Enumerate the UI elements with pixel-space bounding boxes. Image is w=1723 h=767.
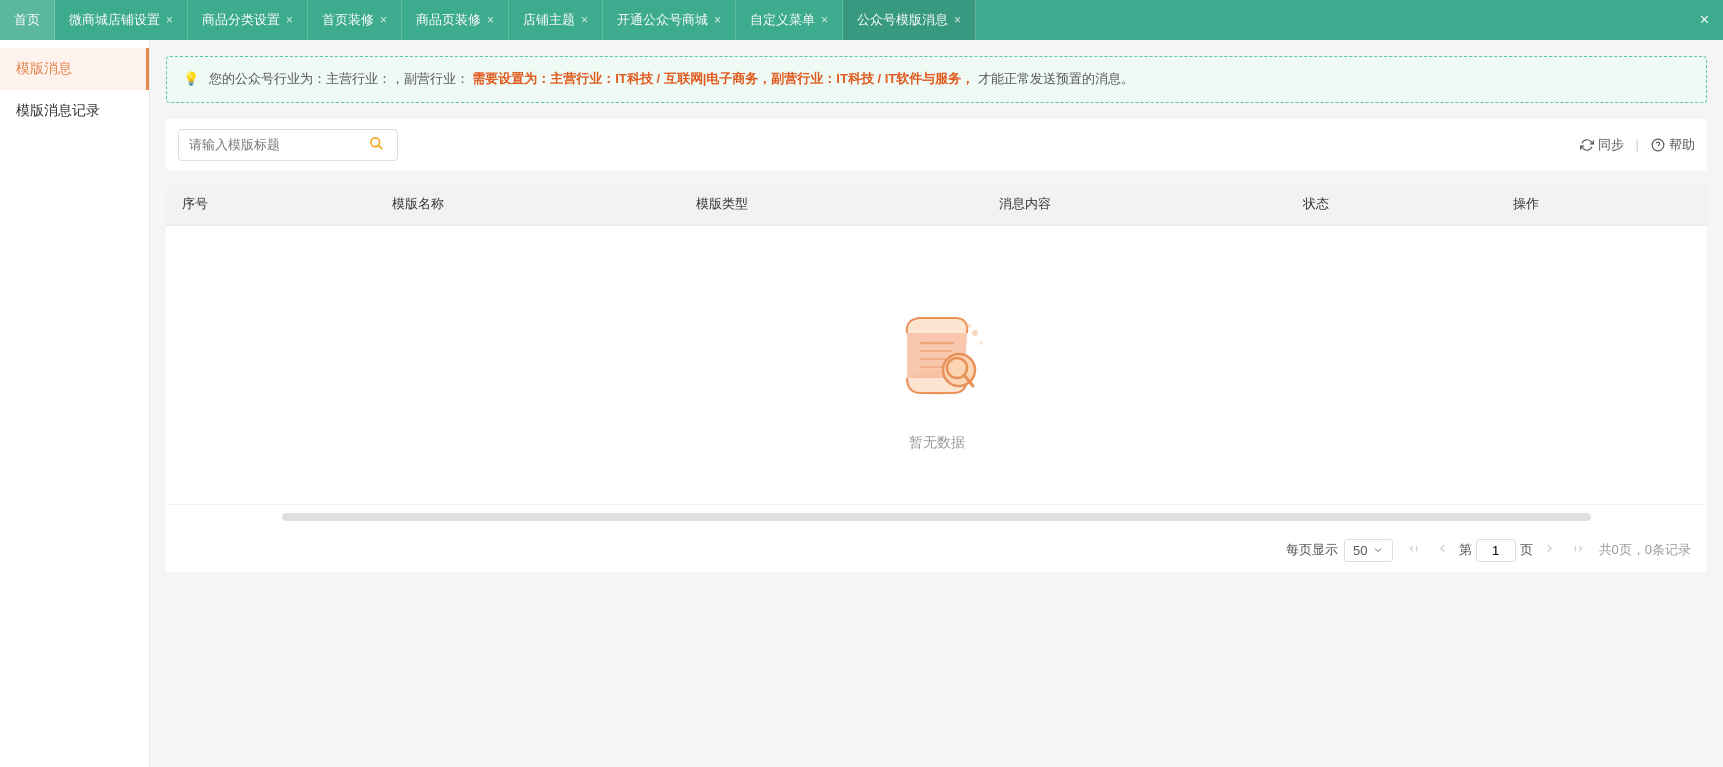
page-navigation: 第 页: [1401, 539, 1591, 562]
nav-tab-product-category[interactable]: 商品分类设置 ×: [188, 0, 308, 40]
toolbar-divider: |: [1636, 137, 1639, 152]
notice-text-suffix: 才能正常发送预置的消息。: [978, 71, 1134, 86]
table-card: 序号 模版名称 模版类型 消息内容 状态 操作: [166, 183, 1707, 572]
svg-point-0: [371, 138, 380, 147]
svg-point-12: [972, 330, 978, 336]
page-di-label: 第: [1459, 541, 1472, 559]
nav-tab-home[interactable]: 首页: [0, 0, 55, 40]
nav-tab-product-decor-label: 商品页装修: [416, 11, 481, 29]
nav-tab-custom-menu[interactable]: 自定义菜单 ×: [736, 0, 843, 40]
horizontal-scrollbar[interactable]: [282, 513, 1592, 521]
sidebar-item-template-record[interactable]: 模版消息记录: [0, 90, 149, 132]
nav-tab-wechat-shop-label: 微商城店铺设置: [69, 11, 160, 29]
nav-tab-shop-theme-close[interactable]: ×: [581, 13, 588, 27]
col-index: 序号: [166, 183, 376, 226]
nav-tab-wechat-shop[interactable]: 微商城店铺设置 ×: [55, 0, 188, 40]
page-size-select-box[interactable]: 50: [1344, 539, 1392, 562]
nav-tab-home-decor[interactable]: 首页装修 ×: [308, 0, 402, 40]
nav-tab-product-category-label: 商品分类设置: [202, 11, 280, 29]
nav-tab-open-shop-close[interactable]: ×: [714, 13, 721, 27]
chevron-down-icon: [1372, 544, 1384, 556]
nav-tab-shop-theme-label: 店铺主题: [523, 11, 575, 29]
page-size-selector: 每页显示 50: [1286, 539, 1392, 562]
help-icon: [1651, 138, 1665, 152]
nav-close-all-button[interactable]: ×: [1686, 0, 1723, 40]
col-content: 消息内容: [983, 183, 1287, 226]
nav-tab-template-msg-label: 公众号模版消息: [857, 11, 948, 29]
search-input[interactable]: [179, 131, 359, 158]
notice-text-highlight: 需要设置为：主营行业：IT科技 / 互联网|电子商务，副营行业：IT科技 / I…: [472, 71, 974, 86]
notice-box: 💡 您的公众号行业为：主营行业：，副营行业： 需要设置为：主营行业：IT科技 /…: [166, 56, 1707, 103]
col-action: 操作: [1497, 183, 1707, 226]
svg-point-13: [979, 341, 983, 345]
col-status: 状态: [1287, 183, 1497, 226]
nav-tab-product-decor[interactable]: 商品页装修 ×: [402, 0, 509, 40]
empty-icon: [877, 298, 997, 418]
data-table: 序号 模版名称 模版类型 消息内容 状态 操作: [166, 183, 1707, 505]
nav-tab-template-msg[interactable]: 公众号模版消息 ×: [843, 0, 976, 40]
page-size-label: 每页显示: [1286, 541, 1338, 559]
prev-page-button[interactable]: [1430, 539, 1455, 561]
nav-tab-shop-theme[interactable]: 店铺主题 ×: [509, 0, 603, 40]
page-unit-label: 页: [1520, 541, 1533, 559]
help-button[interactable]: 帮助: [1651, 136, 1695, 154]
search-box[interactable]: [178, 129, 398, 161]
nav-tab-open-shop-label: 开通公众号商城: [617, 11, 708, 29]
sidebar: 模版消息 模版消息记录: [0, 40, 150, 767]
table-header: 序号 模版名称 模版类型 消息内容 状态 操作: [166, 183, 1707, 226]
sync-button[interactable]: 同步: [1580, 136, 1624, 154]
toolbar: 同步 | 帮助: [166, 119, 1707, 171]
empty-cell: 暂无数据: [166, 225, 1707, 504]
content-area: 💡 您的公众号行业为：主营行业：，副营行业： 需要设置为：主营行业：IT科技 /…: [150, 40, 1723, 767]
nav-tab-custom-menu-label: 自定义菜单: [750, 11, 815, 29]
empty-row: 暂无数据: [166, 225, 1707, 504]
svg-point-14: [967, 324, 971, 328]
nav-tab-template-msg-close[interactable]: ×: [954, 13, 961, 27]
nav-tab-product-decor-close[interactable]: ×: [487, 13, 494, 27]
next-page-button[interactable]: [1537, 539, 1562, 561]
col-name: 模版名称: [376, 183, 680, 226]
notice-icon: 💡: [183, 71, 199, 86]
nav-tab-product-category-close[interactable]: ×: [286, 13, 293, 27]
page-size-value: 50: [1353, 543, 1367, 558]
total-info: 共0页，0条记录: [1599, 541, 1691, 559]
sync-icon: [1580, 138, 1594, 152]
nav-tab-home-decor-close[interactable]: ×: [380, 13, 387, 27]
pagination-bar: 每页显示 50: [166, 529, 1707, 572]
nav-tab-open-shop[interactable]: 开通公众号商城 ×: [603, 0, 736, 40]
toolbar-right: 同步 | 帮助: [1580, 136, 1695, 154]
search-button[interactable]: [359, 130, 394, 160]
nav-tab-home-label: 首页: [14, 11, 40, 29]
empty-text: 暂无数据: [182, 434, 1691, 452]
notice-text-prefix: 您的公众号行业为：主营行业：，副营行业：: [209, 71, 469, 86]
nav-tab-custom-menu-close[interactable]: ×: [821, 13, 828, 27]
top-navigation: 首页 微商城店铺设置 × 商品分类设置 × 首页装修 × 商品页装修 × 店铺主…: [0, 0, 1723, 40]
col-type: 模版类型: [680, 183, 984, 226]
page-number-input[interactable]: [1476, 539, 1516, 562]
last-page-button[interactable]: [1566, 539, 1591, 561]
svg-line-1: [378, 145, 382, 149]
table-body: 暂无数据: [166, 225, 1707, 504]
table-header-row: 序号 模版名称 模版类型 消息内容 状态 操作: [166, 183, 1707, 226]
first-page-button[interactable]: [1401, 539, 1426, 561]
empty-state: 暂无数据: [182, 238, 1691, 492]
sidebar-item-template-message[interactable]: 模版消息: [0, 48, 149, 90]
nav-tab-wechat-shop-close[interactable]: ×: [166, 13, 173, 27]
horizontal-scrollbar-row: [166, 505, 1707, 529]
main-layout: 模版消息 模版消息记录 💡 您的公众号行业为：主营行业：，副营行业： 需要设置为…: [0, 40, 1723, 767]
nav-tab-home-decor-label: 首页装修: [322, 11, 374, 29]
